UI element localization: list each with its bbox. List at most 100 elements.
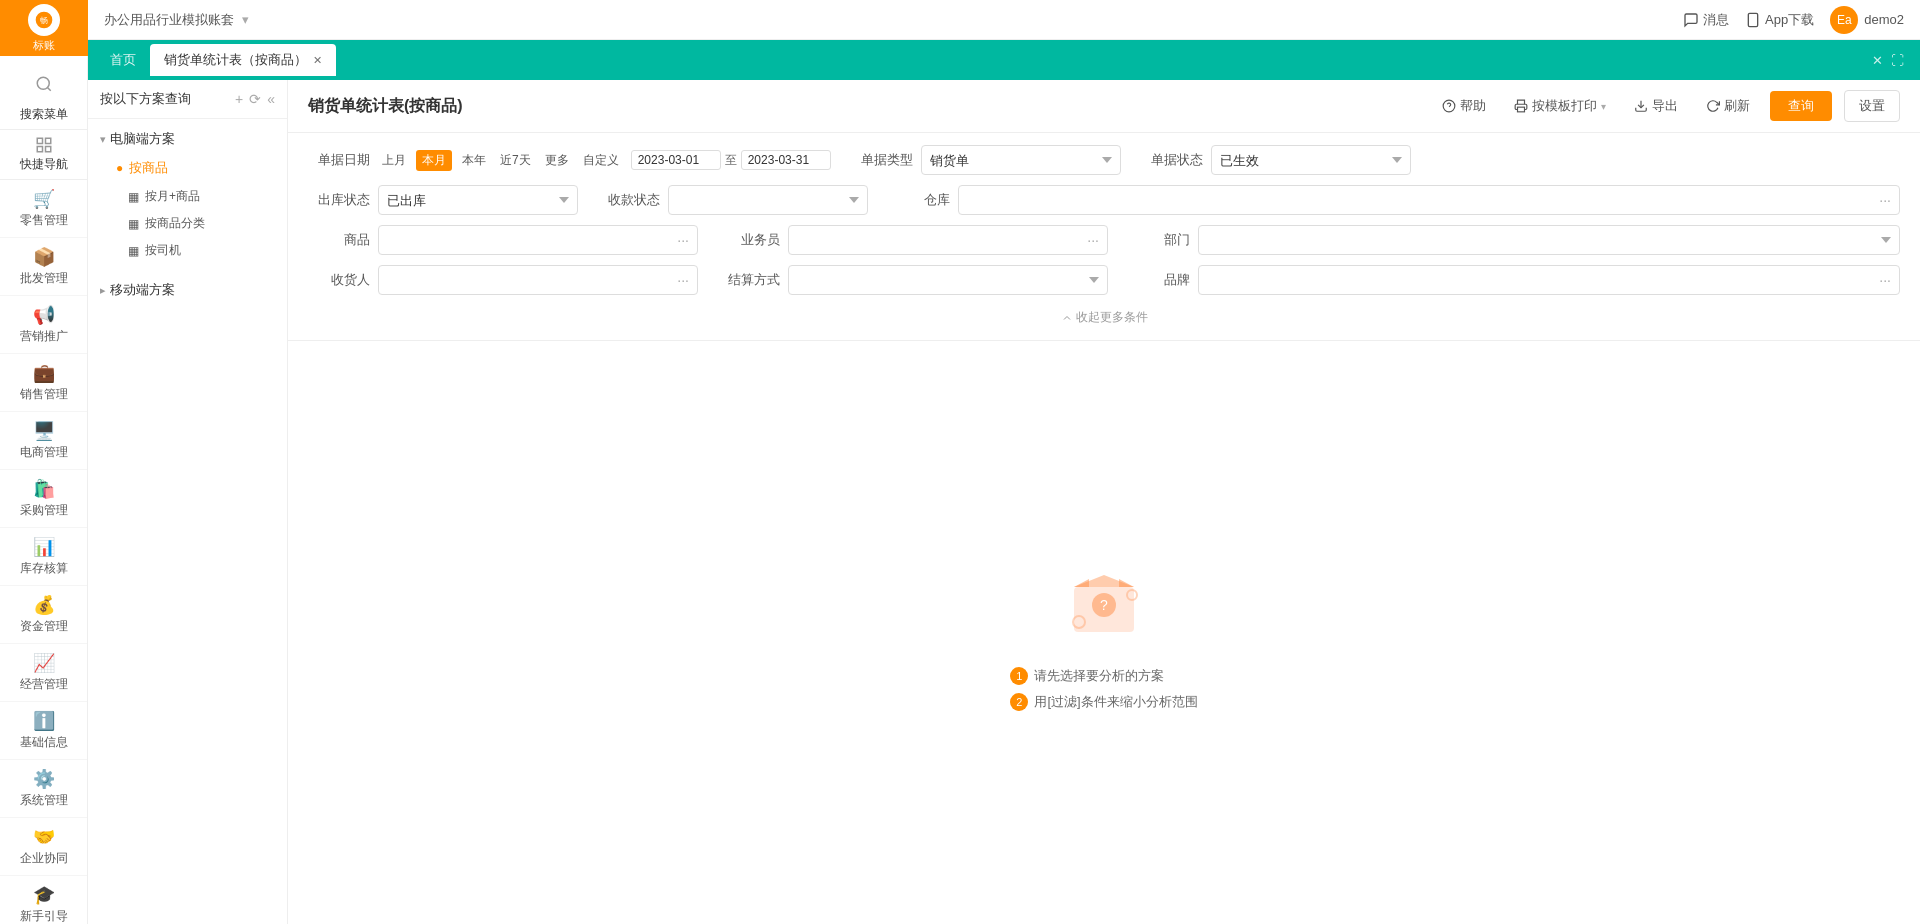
- bill-status-select[interactable]: 已生效: [1211, 145, 1411, 175]
- svg-rect-8: [1748, 13, 1757, 26]
- bill-type-label: 单据类型: [851, 151, 921, 169]
- date-shortcut-7days[interactable]: 近7天: [496, 150, 535, 171]
- message-label: 消息: [1703, 11, 1729, 29]
- receiver-picker[interactable]: ···: [378, 265, 698, 295]
- collapse-panel-icon[interactable]: «: [267, 91, 275, 107]
- tab-sales-stat-label: 销货单统计表（按商品）: [164, 51, 307, 69]
- svg-text:?: ?: [1100, 597, 1108, 613]
- dept-label: 部门: [1128, 231, 1198, 249]
- warehouse-picker[interactable]: ···: [958, 185, 1900, 215]
- sidebar-item-sales[interactable]: 💼 销售管理: [0, 354, 87, 412]
- logo-text: 标账: [33, 38, 55, 53]
- print-icon: [1514, 99, 1528, 113]
- export-btn[interactable]: 导出: [1626, 93, 1686, 119]
- mobile-group-header[interactable]: ▸ 移动端方案: [88, 276, 287, 304]
- date-from-input[interactable]: [631, 150, 721, 170]
- refresh-scheme-icon[interactable]: ⟳: [249, 91, 261, 107]
- brand-label: 品牌: [1128, 271, 1198, 289]
- sidebar-item-wholesale[interactable]: 📦 批发管理: [0, 238, 87, 296]
- export-icon: [1634, 99, 1648, 113]
- query-button[interactable]: 查询: [1770, 91, 1832, 121]
- bill-type-select[interactable]: 销货单: [921, 145, 1121, 175]
- sidebar-item-inventory[interactable]: 📊 库存核算: [0, 528, 87, 586]
- dept-select[interactable]: [1198, 225, 1900, 255]
- tip-num-1: 1: [1010, 667, 1028, 685]
- date-shortcut-this-month[interactable]: 本月: [416, 150, 452, 171]
- quick-nav-label: 快捷导航: [20, 156, 68, 173]
- date-to-input[interactable]: [741, 150, 831, 170]
- settings-button[interactable]: 设置: [1844, 90, 1900, 122]
- tab-window-close[interactable]: ✕: [1872, 53, 1883, 68]
- sidebar-item-finance[interactable]: 💰 资金管理: [0, 586, 87, 644]
- app-download-btn[interactable]: App下载: [1745, 11, 1814, 29]
- header-right: 消息 App下载 Ea demo2: [1683, 6, 1904, 34]
- goods-picker[interactable]: ···: [378, 225, 698, 255]
- goods-ellipsis: ···: [677, 232, 689, 248]
- logo-icon: 畅: [28, 4, 60, 36]
- download-icon: [1745, 12, 1761, 28]
- receiver-ellipsis: ···: [677, 272, 689, 288]
- sidebar-item-system[interactable]: ⚙️ 系统管理: [0, 760, 87, 818]
- payment-select[interactable]: [788, 265, 1108, 295]
- app-dropdown-icon[interactable]: ▾: [242, 12, 249, 27]
- scheme-item-by-category[interactable]: ▦ 按商品分类: [88, 210, 287, 237]
- operations-icon: 📈: [33, 652, 55, 674]
- receipt-status-select[interactable]: [668, 185, 868, 215]
- sidebar-item-sales-label: 销售管理: [20, 386, 68, 403]
- print-btn[interactable]: 按模板打印 ▾: [1506, 93, 1614, 119]
- sidebar-item-corp[interactable]: 🤝 企业协同: [0, 818, 87, 876]
- desktop-group-header[interactable]: ▾ 电脑端方案: [88, 125, 287, 153]
- out-status-select[interactable]: 已出库: [378, 185, 578, 215]
- by-cabinet-icon: ▦: [128, 244, 139, 258]
- empty-svg: ?: [1054, 547, 1154, 647]
- help-icon: [1442, 99, 1456, 113]
- tab-close-icon[interactable]: ✕: [313, 54, 322, 67]
- scheme-item-by-month-goods[interactable]: ▦ 按月+商品: [88, 183, 287, 210]
- sidebar-item-base[interactable]: ℹ️ 基础信息: [0, 702, 87, 760]
- finance-icon: 💰: [33, 594, 55, 616]
- add-scheme-icon[interactable]: +: [235, 91, 243, 107]
- sidebar-item-guide[interactable]: 🎓 新手引导: [0, 876, 87, 924]
- scheme-item-by-cabinet[interactable]: ▦ 按司机: [88, 237, 287, 264]
- warehouse-ellipsis: ···: [1879, 192, 1891, 208]
- page-actions: 帮助 按模板打印 ▾ 导出 刷新 查询: [1434, 90, 1900, 122]
- staff-ellipsis: ···: [1087, 232, 1099, 248]
- sidebar-quick-nav[interactable]: 快捷导航: [0, 130, 87, 180]
- by-cabinet-label: 按司机: [145, 242, 181, 259]
- warehouse-label: 仓库: [888, 191, 958, 209]
- refresh-btn[interactable]: 刷新: [1698, 93, 1758, 119]
- by-category-icon: ▦: [128, 217, 139, 231]
- tab-home[interactable]: 首页: [96, 51, 150, 69]
- message-btn[interactable]: 消息: [1683, 11, 1729, 29]
- tab-sales-stat[interactable]: 销货单统计表（按商品） ✕: [150, 44, 336, 76]
- print-label: 按模板打印: [1532, 97, 1597, 115]
- sidebar-item-purchase[interactable]: 🛍️ 采购管理: [0, 470, 87, 528]
- sidebar-item-ecommerce[interactable]: 🖥️ 电商管理: [0, 412, 87, 470]
- staff-picker[interactable]: ···: [788, 225, 1108, 255]
- sidebar-item-retail[interactable]: 🛒 零售管理: [0, 180, 87, 238]
- sidebar-item-operations[interactable]: 📈 经营管理: [0, 644, 87, 702]
- sidebar-item-ecommerce-label: 电商管理: [20, 444, 68, 461]
- sidebar-item-marketing[interactable]: 📢 营销推广: [0, 296, 87, 354]
- date-shortcut-last-month[interactable]: 上月: [378, 150, 410, 171]
- date-shortcut-more[interactable]: 更多: [541, 150, 573, 171]
- brand-picker[interactable]: ···: [1198, 265, 1900, 295]
- tip-num-2: 2: [1010, 693, 1028, 711]
- scheme-item-by-goods[interactable]: ● 按商品: [88, 153, 287, 183]
- date-shortcut-this-year[interactable]: 本年: [458, 150, 490, 171]
- collapse-more-btn[interactable]: 收起更多条件: [1061, 309, 1148, 326]
- corp-icon: 🤝: [33, 826, 55, 848]
- help-btn[interactable]: 帮助: [1434, 93, 1494, 119]
- svg-point-2: [37, 77, 49, 89]
- brand-ellipsis: ···: [1879, 272, 1891, 288]
- right-panel: 销货单统计表(按商品) 帮助 按模板打印 ▾ 导出: [288, 80, 1920, 924]
- user-profile[interactable]: Ea demo2: [1830, 6, 1904, 34]
- svg-rect-4: [37, 138, 42, 143]
- search-icon[interactable]: [26, 66, 62, 102]
- date-shortcut-custom[interactable]: 自定义: [579, 150, 623, 171]
- sidebar-search-section[interactable]: 搜索菜单: [0, 56, 87, 130]
- svg-line-3: [47, 87, 50, 90]
- page-title-bar: 销货单统计表(按商品) 帮助 按模板打印 ▾ 导出: [288, 80, 1920, 133]
- tab-window-expand[interactable]: ⛶: [1891, 53, 1904, 68]
- sales-icon: 💼: [33, 362, 55, 384]
